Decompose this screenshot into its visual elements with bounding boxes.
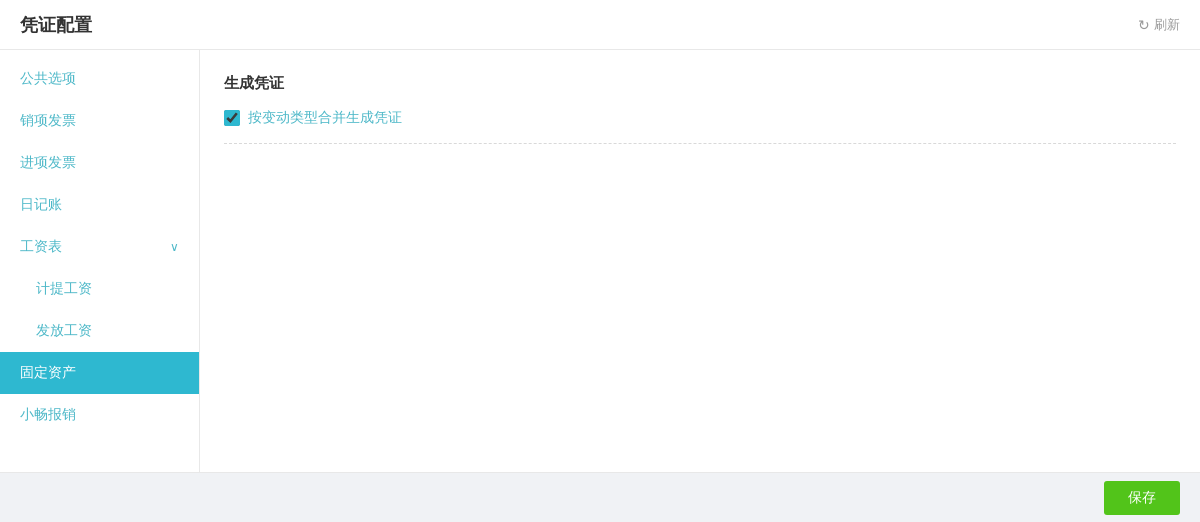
refresh-icon: ↻ (1138, 17, 1150, 33)
sidebar-item-pay-salary[interactable]: 发放工资 (0, 310, 199, 352)
sidebar-label-fixed-assets: 固定资产 (20, 364, 76, 382)
merge-checkbox-label[interactable]: 按变动类型合并生成凭证 (248, 109, 402, 127)
refresh-button[interactable]: ↻ 刷新 (1138, 16, 1180, 34)
sidebar-item-sales-invoice[interactable]: 销项发票 (0, 100, 199, 142)
footer: 保存 (0, 472, 1200, 522)
sidebar-label-sales-invoice: 销项发票 (20, 112, 76, 130)
sidebar-item-expense[interactable]: 小畅报销 (0, 394, 199, 436)
section-title: 生成凭证 (224, 74, 1176, 93)
page-container: 凭证配置 ↻ 刷新 公共选项 销项发票 进项发票 日记账 工资表 ∨ (0, 0, 1200, 522)
sidebar-item-public[interactable]: 公共选项 (0, 58, 199, 100)
chevron-down-icon: ∨ (170, 240, 179, 254)
sidebar-label-pay-salary: 发放工资 (36, 322, 92, 340)
checkbox-row: 按变动类型合并生成凭证 (224, 109, 1176, 127)
sidebar-label-journal: 日记账 (20, 196, 62, 214)
sidebar-item-payroll[interactable]: 工资表 ∨ (0, 226, 199, 268)
save-button[interactable]: 保存 (1104, 481, 1180, 515)
sidebar-label-expense: 小畅报销 (20, 406, 76, 424)
sidebar-label-purchase-invoice: 进项发票 (20, 154, 76, 172)
refresh-label: 刷新 (1154, 16, 1180, 34)
sidebar-item-journal[interactable]: 日记账 (0, 184, 199, 226)
header: 凭证配置 ↻ 刷新 (0, 0, 1200, 50)
main-content: 公共选项 销项发票 进项发票 日记账 工资表 ∨ 计提工资 发放工资 固定资 (0, 50, 1200, 472)
sidebar-label-public: 公共选项 (20, 70, 76, 88)
section-divider (224, 143, 1176, 144)
sidebar-label-payroll: 工资表 (20, 238, 62, 256)
sidebar-item-calc-salary[interactable]: 计提工资 (0, 268, 199, 310)
page-title: 凭证配置 (20, 13, 92, 37)
sidebar-item-fixed-assets[interactable]: 固定资产 (0, 352, 199, 394)
sidebar-label-calc-salary: 计提工资 (36, 280, 92, 298)
sidebar: 公共选项 销项发票 进项发票 日记账 工资表 ∨ 计提工资 发放工资 固定资 (0, 50, 200, 472)
merge-checkbox[interactable] (224, 110, 240, 126)
sidebar-item-purchase-invoice[interactable]: 进项发票 (0, 142, 199, 184)
content-area: 生成凭证 按变动类型合并生成凭证 (200, 50, 1200, 472)
